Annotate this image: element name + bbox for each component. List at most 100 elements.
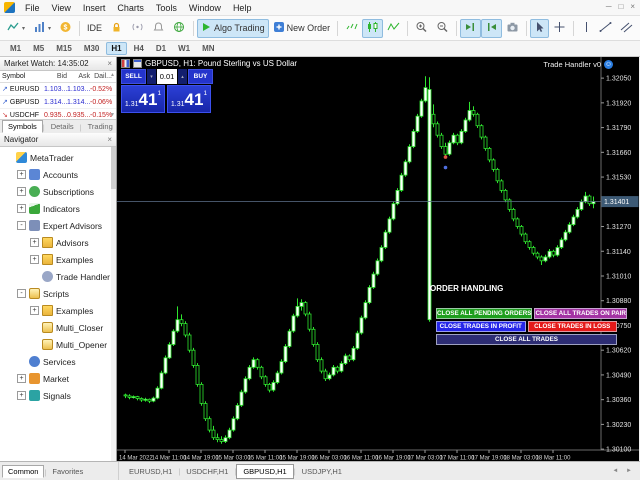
buy-button[interactable]: BUY (188, 69, 213, 84)
expand-icon[interactable]: + (17, 187, 26, 196)
expand-icon[interactable]: + (30, 255, 39, 264)
close-trades-in-profit-button[interactable]: CLOSE TRADES IN PROFIT (436, 321, 526, 332)
candlestick-chart[interactable]: 1.32050 1.31920 1.31790 1.31660 1.31530 1.312… (117, 57, 639, 461)
expand-icon[interactable]: + (17, 391, 26, 400)
tree-item-signals[interactable]: + Signals (0, 387, 116, 404)
tab-scroll-right-icon[interactable]: ► (626, 468, 635, 474)
tree-item-scripts[interactable]: - Scripts (0, 285, 116, 302)
navigator-tab-favorites[interactable]: Favorites (46, 465, 89, 478)
collapse-icon[interactable]: - (17, 221, 26, 230)
navigator-close-icon[interactable]: × (107, 135, 112, 144)
market-watch-tab-details[interactable]: Details (45, 120, 80, 133)
tree-item-trade-handler-v0[interactable]: Trade Handler v0 (0, 268, 116, 285)
timeframe-d1[interactable]: D1 (151, 42, 171, 55)
market-watch-row-gbpusd[interactable]: ↗ GBPUSD 1.314... 1.314... -0.06% (0, 96, 116, 109)
tree-item-subscriptions[interactable]: + Subscriptions (0, 183, 116, 200)
tree-item-indicators[interactable]: + Indicators (0, 200, 116, 217)
market-watch-tab-trading[interactable]: Trading (82, 120, 119, 133)
market-watch-tab-symbols[interactable]: Symbols (2, 120, 43, 133)
timeframe-w1[interactable]: W1 (173, 42, 195, 55)
menu-charts[interactable]: Charts (111, 2, 150, 14)
toolbar-zoom-in-button[interactable] (411, 19, 432, 38)
minimize-button[interactable]: ─ (606, 2, 612, 11)
expand-icon[interactable]: + (17, 204, 26, 213)
timeframe-m5[interactable]: M5 (28, 42, 49, 55)
close-trades-in-loss-button[interactable]: CLOSE TRADES IN LOSS (527, 321, 617, 332)
timeframe-mn[interactable]: MN (197, 42, 219, 55)
chart-tab-gbpusd-h1[interactable]: GBPUSD,H1 (236, 463, 294, 479)
ea-smiley-icon[interactable]: ☺ (604, 60, 613, 69)
toolbar-shift-end-button[interactable] (460, 18, 482, 38)
restore-button[interactable]: □ (618, 2, 623, 11)
toolbar-channel-button[interactable] (616, 19, 637, 38)
toolbar-cursor-button[interactable] (530, 18, 550, 38)
volume-step-up[interactable]: ▴ (178, 69, 187, 84)
collapse-icon[interactable]: - (17, 289, 26, 298)
menu-help[interactable]: Help (227, 2, 258, 14)
market-watch-row-usdchf[interactable]: ↘ USDCHF 0.935... 0.935... -0.15% (0, 109, 116, 120)
toolbar-screenshot-button[interactable] (502, 19, 523, 38)
toolbar-line-chart-button[interactable] (383, 19, 404, 38)
menu-tools[interactable]: Tools (150, 2, 183, 14)
close-all-trades-button[interactable]: CLOSE ALL TRADES (436, 334, 617, 345)
chart-tab-usdchf-h1[interactable]: USDCHF,H1 (180, 465, 234, 478)
navigator-scrollbar[interactable] (111, 147, 116, 461)
menu-view[interactable]: View (46, 2, 77, 14)
toolbar-zoom-out-button[interactable] (432, 19, 453, 38)
toolbar-vertical-line-button[interactable] (577, 19, 595, 38)
toolbar-new-order-button[interactable]: New Order (269, 19, 335, 38)
tree-item-accounts[interactable]: + Accounts (0, 166, 116, 183)
timeframe-m30[interactable]: M30 (79, 42, 105, 55)
tree-item-services[interactable]: Services (0, 353, 116, 370)
expand-icon[interactable]: + (30, 238, 39, 247)
toolbar-trendline-button[interactable] (595, 19, 616, 38)
close-all-trades-on-pair-button[interactable]: CLOSE ALL TRADES ON PAIR (534, 308, 627, 319)
tree-item-advisors[interactable]: + Advisors (0, 234, 116, 251)
volume-step-down[interactable]: ▾ (147, 69, 156, 84)
scroll-down-icon[interactable]: ▼ (110, 112, 115, 118)
navigator-tab-common[interactable]: Common (2, 465, 45, 478)
toolbar-crosshair-button[interactable] (549, 19, 570, 38)
tree-item-examples[interactable]: + Examples (0, 251, 116, 268)
tree-item-metatrader[interactable]: MetaTrader (0, 149, 116, 166)
tree-item-expert-advisors[interactable]: - Expert Advisors (0, 217, 116, 234)
close-button[interactable]: × (630, 2, 635, 11)
menu-window[interactable]: Window (183, 2, 227, 14)
menu-insert[interactable]: Insert (77, 2, 112, 14)
close-all-pending-orders-button[interactable]: CLOSE ALL PENDING ORDERS (436, 308, 533, 319)
tree-item-market[interactable]: + Market (0, 370, 116, 387)
column-header[interactable]: Bid (44, 73, 67, 80)
tab-scroll-left-icon[interactable]: ◄ (612, 468, 621, 474)
buy-price-panel[interactable]: 1.31 41 1 (167, 85, 211, 113)
toolbar-ide-button[interactable]: IDE (83, 19, 106, 38)
scroll-up-icon[interactable]: ▲ (110, 72, 115, 78)
tree-item-multi-closer[interactable]: Multi_Closer (0, 319, 116, 336)
tree-item-multi-opener[interactable]: Multi_Opener (0, 336, 116, 353)
toolbar-chart-style-button[interactable]: ▾ (3, 19, 29, 38)
chart-tab-eurusd-h1[interactable]: EURUSD,H1 (123, 465, 178, 478)
timeframe-m1[interactable]: M1 (5, 42, 26, 55)
tree-item-examples[interactable]: + Examples (0, 302, 116, 319)
sell-button[interactable]: SELL (121, 69, 146, 84)
timeframe-h4[interactable]: H4 (129, 42, 149, 55)
timeframe-m15[interactable]: M15 (51, 42, 77, 55)
sell-price-panel[interactable]: 1.31 41 1 (121, 85, 165, 113)
timeframe-h1[interactable]: H1 (106, 42, 127, 55)
toolbar-auto-scroll-button[interactable] (481, 18, 503, 38)
toolbar-algo-trading-button[interactable]: Algo Trading (197, 18, 269, 38)
chart-tab-usdjpy-h1[interactable]: USDJPY,H1 (296, 465, 348, 478)
column-header[interactable]: Ask (67, 73, 90, 80)
column-header[interactable]: Symbol (0, 73, 44, 80)
toolbar-community-button[interactable] (169, 19, 190, 38)
menu-file[interactable]: File (19, 2, 46, 14)
toolbar-lock-button[interactable] (106, 19, 127, 38)
toolbar-profiles-button[interactable]: ▾ (29, 19, 55, 38)
expand-icon[interactable]: + (17, 374, 26, 383)
toolbar-alerts-button[interactable] (148, 19, 169, 38)
expand-icon[interactable]: + (17, 170, 26, 179)
toolbar-candle-chart-button[interactable] (362, 18, 384, 38)
toolbar-signal-button[interactable] (127, 19, 148, 38)
volume-input[interactable]: 0.01 (157, 69, 177, 84)
expand-icon[interactable]: + (30, 306, 39, 315)
market-watch-row-eurusd[interactable]: ↗ EURUSD 1.103... 1.103... -0.52% (0, 83, 116, 96)
